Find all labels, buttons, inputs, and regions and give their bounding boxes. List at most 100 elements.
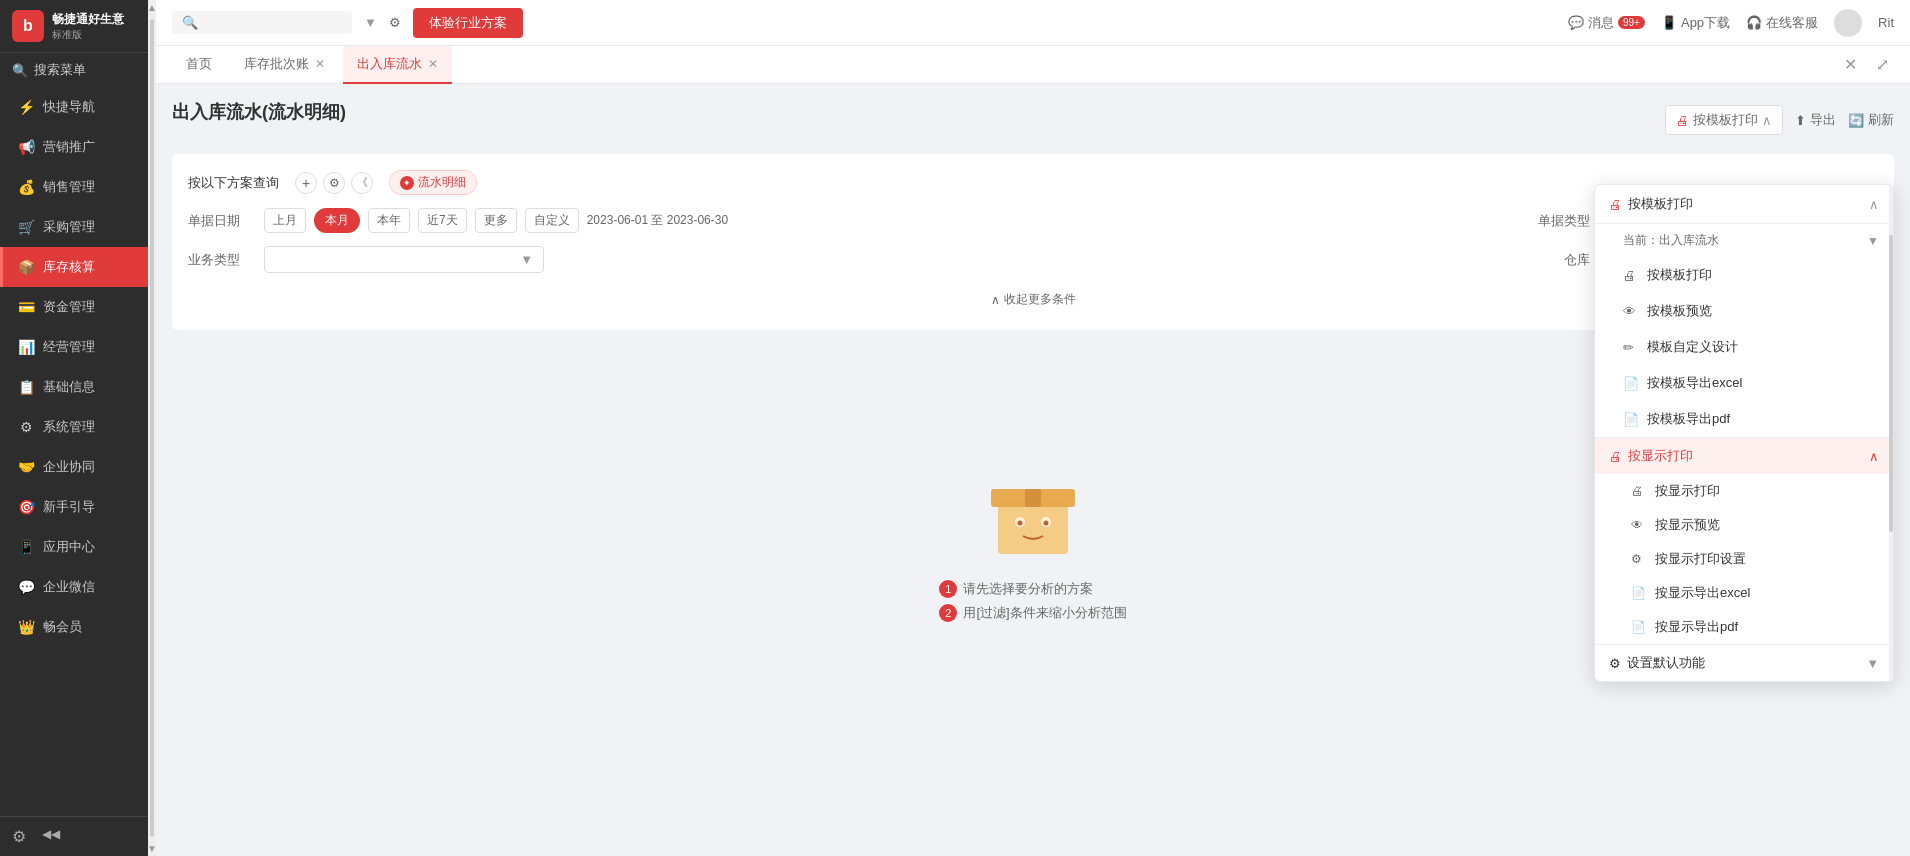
sidebar-item-operations[interactable]: 📊 经营管理 bbox=[0, 327, 148, 367]
nav-icon-marketing: 📢 bbox=[17, 138, 35, 156]
online-service-button[interactable]: 🎧 在线客服 bbox=[1746, 14, 1818, 32]
sidebar-item-member[interactable]: 👑 畅会员 bbox=[0, 607, 148, 647]
message-button[interactable]: 💬 消息 99+ bbox=[1568, 14, 1645, 32]
dropdown-sub-export-pdf-display[interactable]: 📄 按显示导出pdf bbox=[1595, 610, 1893, 644]
tab-home[interactable]: 首页 bbox=[172, 46, 226, 84]
date-current-year-btn[interactable]: 本年 bbox=[368, 208, 410, 233]
empty-icon bbox=[973, 464, 1093, 564]
settings-footer-icon[interactable]: ⚙ bbox=[12, 827, 26, 846]
tip-2-text: 用[过滤]条件来缩小分析范围 bbox=[963, 604, 1126, 622]
tab-batch-ledger[interactable]: 库存批次账 ✕ bbox=[230, 46, 339, 84]
filter-settings-button[interactable]: ⚙ bbox=[323, 172, 345, 194]
sidebar-item-quick-nav[interactable]: ⚡ 快捷导航 bbox=[0, 87, 148, 127]
date-last-month-btn[interactable]: 上月 bbox=[264, 208, 306, 233]
collapse-btn[interactable]: ∧ 收起更多条件 bbox=[985, 285, 1082, 314]
dropdown-item-template-custom[interactable]: ✏ 模板自定义设计 bbox=[1595, 329, 1893, 365]
sidebar-item-sales[interactable]: 💰 销售管理 bbox=[0, 167, 148, 207]
tab-flow[interactable]: 出入库流水 ✕ bbox=[343, 46, 452, 84]
filter-collapse-button[interactable]: 《 bbox=[351, 172, 373, 194]
date-range-text: 2023-06-01 至 2023-06-30 bbox=[587, 212, 728, 229]
sidebar-search-label: 搜索菜单 bbox=[34, 61, 86, 79]
warehouse-label: 仓库 bbox=[1564, 251, 1590, 269]
topbar-search-input[interactable] bbox=[204, 16, 324, 30]
topbar: 🔍 ▼ ⚙ 体验行业方案 💬 消息 99+ 📱 App下载 🎧 在线客服 Rit bbox=[156, 0, 1910, 46]
dropdown-section-display-header[interactable]: 🖨 按显示打印 ∧ bbox=[1595, 438, 1893, 474]
topbar-dropdown-icon[interactable]: ▼ bbox=[364, 15, 377, 30]
dropdown-item-print-template[interactable]: 🖨 按模板打印 bbox=[1595, 257, 1893, 293]
dropdown-sub-export-excel-display[interactable]: 📄 按显示导出excel bbox=[1595, 576, 1893, 610]
set-default-left: ⚙ 设置默认功能 bbox=[1609, 654, 1705, 672]
svg-rect-0 bbox=[998, 499, 1068, 554]
sidebar-item-base[interactable]: 📋 基础信息 bbox=[0, 367, 148, 407]
nav-label-quick: 快捷导航 bbox=[43, 98, 95, 116]
sidebar-search-menu[interactable]: 🔍 搜索菜单 bbox=[0, 53, 148, 87]
sidebar-item-purchase[interactable]: 🛒 采购管理 bbox=[0, 207, 148, 247]
empty-illustration bbox=[973, 464, 1093, 564]
sidebar-item-guide[interactable]: 🎯 新手引导 bbox=[0, 487, 148, 527]
tabs-right-actions: ✕ ⤢ bbox=[1838, 53, 1894, 77]
svg-rect-2 bbox=[1025, 489, 1041, 507]
date-current-month-btn[interactable]: 本月 bbox=[314, 208, 360, 233]
sidebar-item-finance[interactable]: 💳 资金管理 bbox=[0, 287, 148, 327]
tab-batch-ledger-close[interactable]: ✕ bbox=[315, 57, 325, 71]
print-template-button[interactable]: 🖨 按模板打印 ∧ bbox=[1665, 105, 1783, 135]
doc-type-label: 单据类型 bbox=[1538, 212, 1590, 230]
business-type-select[interactable]: ▼ bbox=[264, 246, 544, 273]
sub-print-settings-display-label: 按显示打印设置 bbox=[1655, 550, 1746, 568]
sidebar-item-wechat[interactable]: 💬 企业微信 bbox=[0, 567, 148, 607]
tab-expand-button[interactable]: ⤢ bbox=[1870, 53, 1894, 77]
user-avatar[interactable] bbox=[1834, 9, 1862, 37]
sidebar-scrollbar: ▲ ▼ bbox=[148, 0, 156, 856]
refresh-button[interactable]: 🔄 刷新 bbox=[1848, 111, 1894, 129]
topbar-search-box[interactable]: 🔍 bbox=[172, 11, 352, 34]
print-dropdown-arrow: ∧ bbox=[1762, 113, 1772, 128]
sidebar-item-apps[interactable]: 📱 应用中心 bbox=[0, 527, 148, 567]
scrollbar-thumb bbox=[150, 19, 154, 837]
headset-icon: 🎧 bbox=[1746, 15, 1762, 30]
tab-flow-close[interactable]: ✕ bbox=[428, 57, 438, 71]
dropdown-sub-preview-display[interactable]: 👁 按显示预览 bbox=[1595, 508, 1893, 542]
sidebar-item-system[interactable]: ⚙ 系统管理 bbox=[0, 407, 148, 447]
filter-tag-item[interactable]: ✦ 流水明细 bbox=[389, 170, 477, 195]
dropdown-item-preview-template-label: 按模板预览 bbox=[1647, 302, 1712, 320]
sidebar-item-inventory[interactable]: 📦 库存核算 bbox=[0, 247, 148, 287]
nav-label-member: 畅会员 bbox=[43, 618, 82, 636]
dropdown-collapse-arrow[interactable]: ∧ bbox=[1869, 197, 1879, 212]
tab-close-all-button[interactable]: ✕ bbox=[1838, 53, 1862, 77]
empty-tip-2: 2 用[过滤]条件来缩小分析范围 bbox=[939, 604, 1126, 622]
sidebar-item-collab[interactable]: 🤝 企业协同 bbox=[0, 447, 148, 487]
filter-tag-icon: ✦ bbox=[400, 176, 414, 190]
dropdown-item-export-pdf-template-label: 按模板导出pdf bbox=[1647, 410, 1730, 428]
section-header-left: 🖨 按显示打印 bbox=[1609, 447, 1693, 465]
dropdown-item-preview-template[interactable]: 👁 按模板预览 bbox=[1595, 293, 1893, 329]
tabs-bar: 首页 库存批次账 ✕ 出入库流水 ✕ ✕ ⤢ bbox=[156, 46, 1910, 84]
date-last-7-days-btn[interactable]: 近7天 bbox=[418, 208, 467, 233]
sub-print-display-label: 按显示打印 bbox=[1655, 482, 1720, 500]
topbar-settings-icon[interactable]: ⚙ bbox=[389, 15, 401, 30]
industry-solution-button[interactable]: 体验行业方案 bbox=[413, 8, 523, 38]
nav-icon-guide: 🎯 bbox=[17, 498, 35, 516]
page-toolbar: 🖨 按模板打印 ∧ ⬆ 导出 🔄 刷新 bbox=[1665, 105, 1894, 135]
nav-icon-system: ⚙ bbox=[17, 418, 35, 436]
dropdown-item-export-excel-template[interactable]: 📄 按模板导出excel bbox=[1595, 365, 1893, 401]
filter-add-button[interactable]: + bbox=[295, 172, 317, 194]
export-button[interactable]: ⬆ 导出 bbox=[1795, 111, 1836, 129]
date-more-btn[interactable]: 更多 bbox=[475, 208, 517, 233]
export-label: 导出 bbox=[1810, 111, 1836, 129]
set-default-button[interactable]: ⚙ 设置默认功能 ▼ bbox=[1595, 645, 1893, 681]
dropdown-item-export-pdf-template[interactable]: 📄 按模板导出pdf bbox=[1595, 401, 1893, 437]
nav-label-operations: 经营管理 bbox=[43, 338, 95, 356]
dropdown-sub-print-display[interactable]: 🖨 按显示打印 bbox=[1595, 474, 1893, 508]
filter-tag-label: 流水明细 bbox=[418, 174, 466, 191]
sidebar-item-marketing[interactable]: 📢 营销推广 bbox=[0, 127, 148, 167]
message-badge: 99+ bbox=[1618, 16, 1645, 29]
nav-icon-quick: ⚡ bbox=[17, 98, 35, 116]
collapse-footer-icon[interactable]: ◀◀ bbox=[42, 827, 60, 846]
date-custom-btn[interactable]: 自定义 bbox=[525, 208, 579, 233]
dropdown-sub-print-settings-display[interactable]: ⚙ 按显示打印设置 bbox=[1595, 542, 1893, 576]
business-type-arrow: ▼ bbox=[520, 252, 533, 267]
message-icon: 💬 bbox=[1568, 15, 1584, 30]
sub-preview-display-icon: 👁 bbox=[1631, 518, 1647, 532]
app-download-button[interactable]: 📱 App下载 bbox=[1661, 14, 1730, 32]
dropdown-scrollbar[interactable] bbox=[1889, 185, 1893, 681]
